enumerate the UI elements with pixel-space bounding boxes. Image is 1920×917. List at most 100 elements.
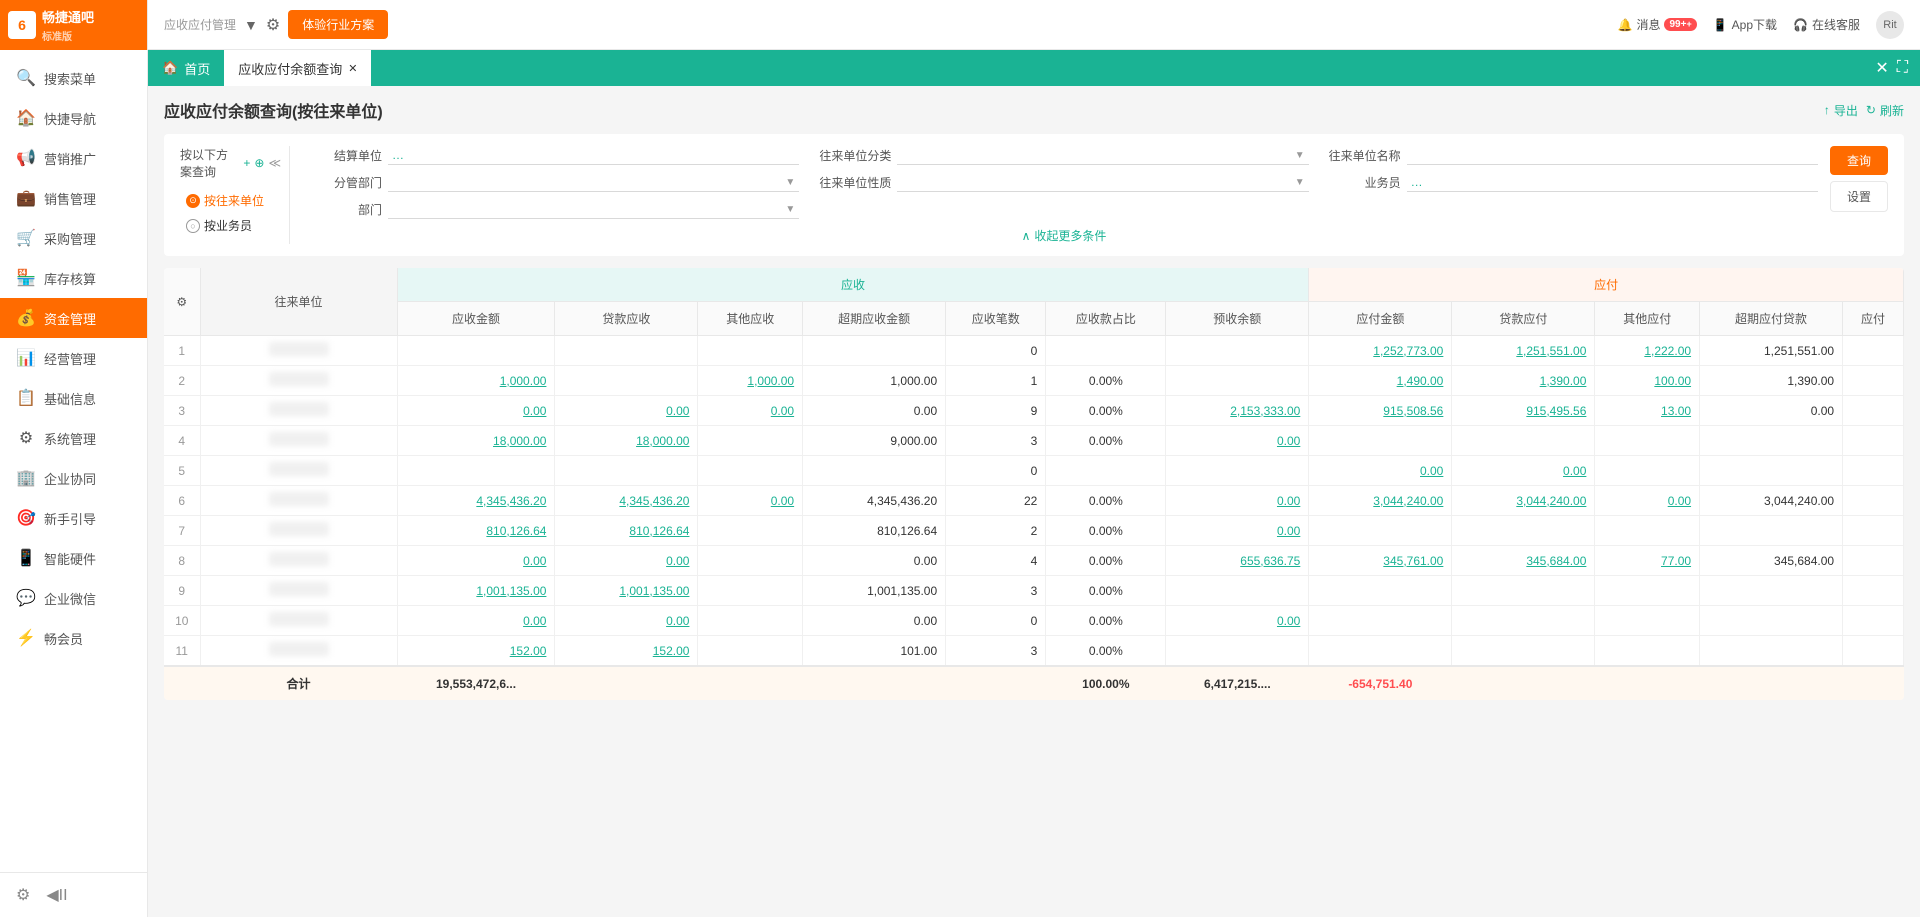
department-dropdown[interactable]: ▼ [388, 200, 799, 219]
collapse-button[interactable]: ∧ 收起更多条件 [1022, 227, 1107, 244]
table-cell[interactable]: 0.00 [555, 606, 698, 636]
table-cell[interactable]: 13.00 [1595, 396, 1700, 426]
scheme-settings-icon[interactable]: ⊕ [254, 156, 264, 170]
th-ap-amount: 应付金额 [1309, 302, 1452, 336]
table-cell[interactable]: 1,490.00 [1309, 366, 1452, 396]
settlement-unit-input[interactable]: … [388, 146, 799, 165]
partner-nature-input[interactable] [901, 175, 1290, 189]
sidebar-item-newbie[interactable]: 🎯 新手引导 [0, 498, 147, 538]
table-cell: 0.00 [1700, 396, 1843, 426]
table-config-icon[interactable]: ⚙ [176, 295, 187, 309]
refresh-button[interactable]: ↻ 刷新 [1866, 102, 1904, 119]
partner-nature-dropdown[interactable]: ▼ [897, 173, 1308, 192]
table-cell[interactable]: 1,001,135.00 [397, 576, 555, 606]
user-avatar[interactable]: Rit [1876, 11, 1904, 39]
table-cell: 1 [164, 336, 200, 366]
sidebar-item-sysadmin[interactable]: ⚙ 系统管理 [0, 418, 147, 458]
collapse-sidebar-icon[interactable]: ◀II [46, 885, 67, 905]
table-cell[interactable]: 3,044,240.00 [1452, 486, 1595, 516]
table-cell[interactable]: 0.00 [1595, 486, 1700, 516]
branch-dept-dropdown[interactable]: ▼ [388, 173, 799, 192]
table-cell[interactable]: 4,345,436.20 [397, 486, 555, 516]
table-cell[interactable]: 345,684.00 [1452, 546, 1595, 576]
table-cell[interactable]: 152.00 [555, 636, 698, 667]
table-cell[interactable]: 1,390.00 [1452, 366, 1595, 396]
export-button[interactable]: ↑ 导出 [1824, 102, 1858, 119]
scheme-collapse-icon[interactable]: ≪ [268, 156, 281, 170]
sidebar-item-basicinfo[interactable]: 📋 基础信息 [0, 378, 147, 418]
notice-button[interactable]: 🔔 消息 99++ [1618, 16, 1697, 33]
table-cell[interactable]: 0.00 [698, 486, 803, 516]
table-cell[interactable]: 345,761.00 [1309, 546, 1452, 576]
sidebar-item-inventory[interactable]: 🏪 库存核算 [0, 258, 147, 298]
settings-button[interactable]: 设置 [1830, 181, 1888, 212]
table-cell[interactable]: 100.00 [1595, 366, 1700, 396]
sidebar-item-operation[interactable]: 📊 经营管理 [0, 338, 147, 378]
table-cell[interactable]: 0.00 [555, 546, 698, 576]
table-cell[interactable]: 0.00 [1166, 426, 1309, 456]
tab-expand-icon[interactable]: ⛶ [1897, 59, 1908, 77]
app-download-button[interactable]: 📱 App下载 [1713, 16, 1777, 33]
sidebar-item-hardware[interactable]: 📱 智能硬件 [0, 538, 147, 578]
table-cell[interactable]: 1,251,551.00 [1452, 336, 1595, 366]
partner-category-input[interactable] [901, 148, 1290, 162]
table-cell[interactable]: 0.00 [698, 396, 803, 426]
table-cell[interactable]: 152.00 [397, 636, 555, 667]
query-button[interactable]: 查询 [1830, 146, 1888, 175]
partner-name-field[interactable] [1411, 148, 1814, 162]
table-cell[interactable]: 1,000.00 [397, 366, 555, 396]
sidebar-item-finance[interactable]: 💰 资金管理 [0, 298, 147, 338]
scheme-item-by-salesman[interactable]: ○ 按业务员 [180, 213, 281, 238]
table-cell[interactable]: 2,153,333.00 [1166, 396, 1309, 426]
table-cell[interactable]: 3,044,240.00 [1309, 486, 1452, 516]
online-service-button[interactable]: 🎧 在线客服 [1793, 16, 1860, 33]
sidebar-item-search[interactable]: 🔍 搜索菜单 [0, 58, 147, 98]
settings-footer-icon[interactable]: ⚙ [16, 885, 30, 905]
breadcrumb-chevron-icon[interactable]: ▼ [244, 17, 258, 33]
sidebar-item-wechat[interactable]: 💬 企业微信 [0, 578, 147, 618]
table-cell[interactable]: 1,222.00 [1595, 336, 1700, 366]
table-cell[interactable]: 915,495.56 [1452, 396, 1595, 426]
tab-close-icon[interactable]: ✕ [348, 62, 357, 75]
tab-arbalance[interactable]: 应收应付余额查询 ✕ [224, 50, 371, 86]
table-cell[interactable]: 0.00 [1166, 486, 1309, 516]
table-cell[interactable]: 0.00 [1309, 456, 1452, 486]
table-cell[interactable]: 77.00 [1595, 546, 1700, 576]
sidebar-item-vip[interactable]: ⚡ 畅会员 [0, 618, 147, 658]
department-input[interactable] [392, 202, 781, 216]
table-cell[interactable]: 655,636.75 [1166, 546, 1309, 576]
header-gear-icon[interactable]: ⚙ [266, 15, 280, 35]
filter-panel: 按以下方案查询 + ⊕ ≪ ⊙ 按往来单位 ○ 按业务员 [164, 134, 1904, 256]
partner-category-dropdown[interactable]: ▼ [897, 146, 1308, 165]
sidebar-item-quicknav[interactable]: 🏠 快捷导航 [0, 98, 147, 138]
th-config[interactable]: ⚙ [164, 268, 200, 336]
branch-dept-input[interactable] [392, 175, 781, 189]
table-cell[interactable]: 0.00 [555, 396, 698, 426]
sidebar-item-enterprise[interactable]: 🏢 企业协同 [0, 458, 147, 498]
table-cell[interactable]: 18,000.00 [397, 426, 555, 456]
tab-home[interactable]: 🏠 首页 [148, 50, 224, 86]
table-cell[interactable]: 1,001,135.00 [555, 576, 698, 606]
sidebar-item-sales[interactable]: 💼 销售管理 [0, 178, 147, 218]
table-cell[interactable]: 0.00 [1452, 456, 1595, 486]
sidebar-item-purchase[interactable]: 🛒 采购管理 [0, 218, 147, 258]
cta-button[interactable]: 体验行业方案 [288, 10, 388, 39]
table-cell[interactable]: 915,508.56 [1309, 396, 1452, 426]
salesman-input[interactable]: … [1407, 173, 1818, 192]
scheme-item-by-partner[interactable]: ⊙ 按往来单位 [180, 188, 281, 213]
table-cell[interactable]: 4,345,436.20 [555, 486, 698, 516]
table-cell[interactable]: 1,000.00 [698, 366, 803, 396]
table-cell[interactable]: 810,126.64 [555, 516, 698, 546]
table-cell[interactable]: 0.00 [1166, 606, 1309, 636]
table-cell[interactable]: 0.00 [1166, 516, 1309, 546]
scheme-add-icon[interactable]: + [243, 156, 250, 170]
table-cell[interactable]: 0.00 [397, 396, 555, 426]
partner-name-input[interactable] [1407, 146, 1818, 165]
table-cell[interactable]: 1,252,773.00 [1309, 336, 1452, 366]
table-cell[interactable]: 18,000.00 [555, 426, 698, 456]
table-cell[interactable]: 0.00 [397, 546, 555, 576]
sidebar-item-marketing[interactable]: 📢 营销推广 [0, 138, 147, 178]
tab-close-window-icon[interactable]: ✕ [1875, 58, 1888, 78]
table-cell[interactable]: 810,126.64 [397, 516, 555, 546]
table-cell[interactable]: 0.00 [397, 606, 555, 636]
